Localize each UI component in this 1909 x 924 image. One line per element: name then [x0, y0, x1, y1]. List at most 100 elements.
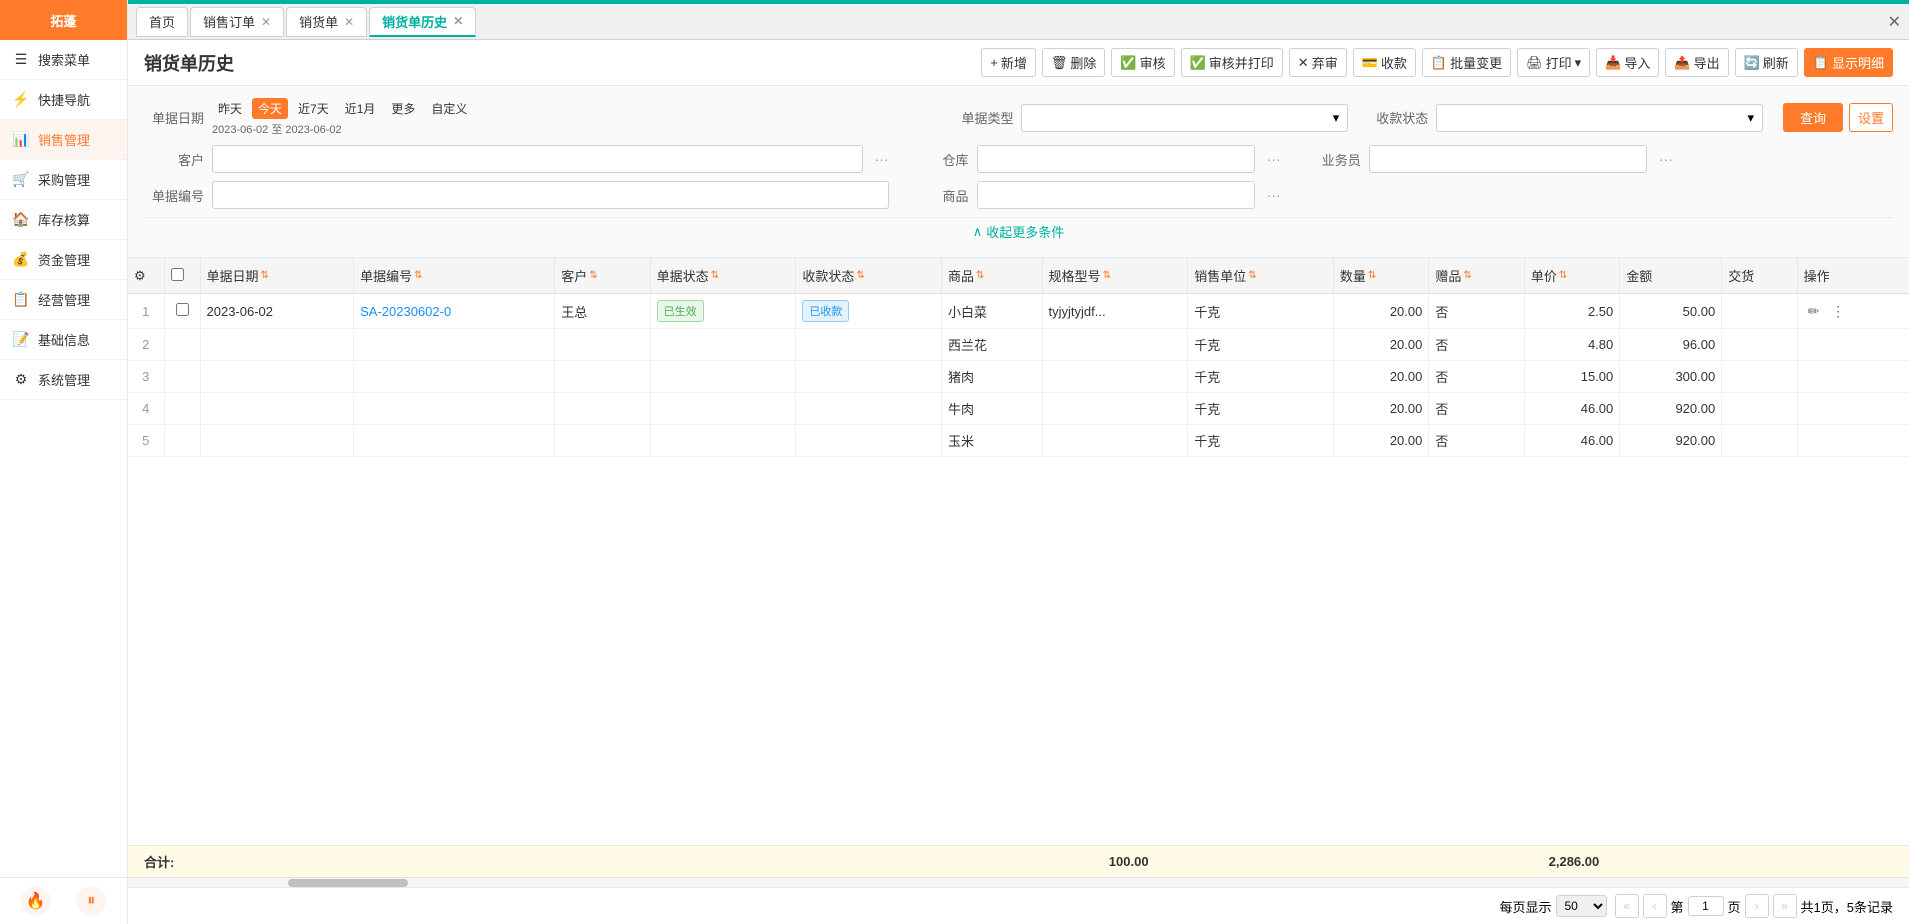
- first-page-button[interactable]: «: [1615, 894, 1639, 918]
- next-page-button[interactable]: ›: [1745, 894, 1769, 918]
- scrollbar-thumb[interactable]: [288, 879, 408, 887]
- tab-sales-goods[interactable]: 销货单 ✕: [286, 7, 367, 37]
- add-button[interactable]: + 新增: [981, 48, 1036, 77]
- cell-sales-unit: 千克: [1188, 393, 1334, 425]
- sidebar-item-inventory[interactable]: 🏠 库存核算: [0, 200, 127, 240]
- filter-salesperson-input[interactable]: [1369, 145, 1647, 173]
- col-doc-status-label: 单据状态: [657, 266, 709, 285]
- col-doc-date-label: 单据日期: [207, 266, 259, 285]
- filter-warehouse-dots[interactable]: ···: [1267, 151, 1281, 167]
- print-dropdown-icon: ▾: [1575, 55, 1582, 71]
- edit-action-icon[interactable]: ✏: [1804, 301, 1824, 322]
- col-goods[interactable]: 商品 ⇅: [942, 258, 1043, 294]
- import-button[interactable]: 📥 导入: [1596, 48, 1659, 77]
- date-pill-more[interactable]: 更多: [385, 98, 421, 119]
- abandon-button[interactable]: ✕ 弃审: [1289, 48, 1347, 77]
- tab-sales-history-close[interactable]: ✕: [453, 14, 463, 28]
- sidebar-item-ops-mgmt[interactable]: 📋 经营管理: [0, 280, 127, 320]
- cell-actions: ✏ ⋮: [1797, 294, 1909, 329]
- tab-sales-history[interactable]: 销货单历史 ✕: [369, 7, 476, 37]
- sidebar-item-sys-mgmt[interactable]: ⚙ 系统管理: [0, 360, 127, 400]
- tab-sales-order[interactable]: 销售订单 ✕: [190, 7, 284, 37]
- collect-button[interactable]: 💳 收款: [1353, 48, 1416, 77]
- sidebar-item-quick-nav[interactable]: ⚡ 快捷导航: [0, 80, 127, 120]
- export-button[interactable]: 📤 导出: [1665, 48, 1728, 77]
- date-pill-custom[interactable]: 自定义: [425, 98, 473, 119]
- cell-doc-status: [650, 361, 796, 393]
- col-doc-status[interactable]: 单据状态 ⇅: [650, 258, 796, 294]
- filter-doc-type-select[interactable]: ▾: [1021, 104, 1348, 132]
- filter-customer-input[interactable]: [212, 145, 863, 173]
- date-pill-yesterday[interactable]: 昨天: [212, 98, 248, 119]
- tab-bar-close-icon[interactable]: ✕: [1888, 12, 1901, 32]
- settings-button[interactable]: 设置: [1849, 103, 1893, 132]
- col-unit-price[interactable]: 单价 ⇅: [1524, 258, 1619, 294]
- cell-transaction: [1722, 393, 1797, 425]
- sidebar-item-sales-mgmt[interactable]: 📊 销售管理: [0, 120, 127, 160]
- refresh-button[interactable]: 🔄 刷新: [1735, 48, 1798, 77]
- more-action-icon[interactable]: ⋮: [1827, 301, 1849, 322]
- query-buttons: 查询 设置: [1783, 103, 1893, 132]
- filter-docno-input[interactable]: [212, 181, 889, 209]
- col-doc-no[interactable]: 单据编号 ⇅: [354, 258, 555, 294]
- filter-salesperson-dots[interactable]: ···: [1659, 151, 1673, 167]
- sidebar-item-purchase-mgmt[interactable]: 🛒 采购管理: [0, 160, 127, 200]
- col-customer[interactable]: 客户 ⇅: [555, 258, 650, 294]
- filter-warehouse-input[interactable]: [977, 145, 1255, 173]
- per-page-label: 每页显示: [1499, 897, 1551, 916]
- col-quantity[interactable]: 数量 ⇅: [1333, 258, 1428, 294]
- col-settings[interactable]: ⚙: [128, 258, 164, 294]
- tab-sales-order-close[interactable]: ✕: [261, 15, 271, 29]
- audit-button[interactable]: ✅ 审核: [1111, 48, 1174, 77]
- col-doc-date[interactable]: 单据日期 ⇅: [200, 258, 354, 294]
- last-page-button[interactable]: »: [1773, 894, 1797, 918]
- sidebar-item-basic-info[interactable]: 📝 基础信息: [0, 320, 127, 360]
- filter-goods-dots[interactable]: ···: [1267, 187, 1281, 203]
- cell-doc-date: [200, 425, 354, 457]
- sys-mgmt-icon: ⚙: [12, 371, 30, 388]
- tab-sales-goods-close[interactable]: ✕: [344, 15, 354, 29]
- filter-customer-dots[interactable]: ···: [875, 151, 889, 167]
- date-pill-today[interactable]: 今天: [252, 98, 288, 119]
- sidebar-bottom-right-icon[interactable]: ⏸: [76, 886, 106, 916]
- horizontal-scrollbar[interactable]: [128, 877, 1909, 887]
- filter-collection-status-select[interactable]: ▾: [1436, 104, 1763, 132]
- sidebar-item-search-menu[interactable]: ☰ 搜索菜单: [0, 40, 127, 80]
- data-table: ⚙ 单据日期 ⇅ 单据编号: [128, 258, 1909, 457]
- cell-gift: 否: [1429, 329, 1524, 361]
- date-pill-1month[interactable]: 近1月: [339, 98, 382, 119]
- collapse-filter-button[interactable]: ∧ 收起更多条件: [144, 217, 1893, 245]
- cell-row-num: 1: [128, 294, 164, 329]
- cell-row-num: 5: [128, 425, 164, 457]
- audit-print-button[interactable]: ✅ 审核并打印: [1181, 48, 1283, 77]
- prev-page-button[interactable]: ‹: [1643, 894, 1667, 918]
- filter-row-1: 单据日期 昨天 今天 近7天 近1月 更多 自定义 2023-06-02 至 2…: [144, 98, 1893, 137]
- print-button[interactable]: 🖨 打印 ▾: [1517, 48, 1590, 77]
- sidebar-bottom-left-icon[interactable]: 🔥: [21, 886, 51, 916]
- query-button[interactable]: 查询: [1783, 103, 1843, 132]
- cell-gift: 否: [1429, 361, 1524, 393]
- col-gift[interactable]: 赠品 ⇅: [1429, 258, 1524, 294]
- page-number-input[interactable]: [1688, 896, 1724, 916]
- cell-sales-unit: 千克: [1188, 294, 1334, 329]
- per-page-dropdown[interactable]: 50 100 200: [1556, 895, 1607, 917]
- filter-goods-input[interactable]: [977, 181, 1255, 209]
- cell-collection-status: [796, 361, 942, 393]
- sidebar-item-finance-mgmt[interactable]: 💰 资金管理: [0, 240, 127, 280]
- show-detail-button[interactable]: 📋 显示明细: [1804, 48, 1893, 77]
- cell-unit-price: 4.80: [1524, 329, 1619, 361]
- batch-change-button[interactable]: 📋 批量变更: [1422, 48, 1511, 77]
- page-label: 第: [1671, 897, 1684, 916]
- col-spec[interactable]: 规格型号 ⇅: [1042, 258, 1188, 294]
- tab-home[interactable]: 首页: [136, 7, 188, 37]
- cell-transaction: [1722, 425, 1797, 457]
- doc-no-link[interactable]: SA-20230602-0: [360, 304, 451, 319]
- col-sales-unit[interactable]: 销售单位 ⇅: [1188, 258, 1334, 294]
- select-all-checkbox[interactable]: [171, 268, 184, 281]
- date-pill-7days[interactable]: 近7天: [292, 98, 335, 119]
- row-checkbox[interactable]: [176, 303, 189, 316]
- delete-button[interactable]: 🗑 删除: [1042, 48, 1106, 77]
- col-collection-status[interactable]: 收款状态 ⇅: [796, 258, 942, 294]
- cell-goods: 牛肉: [942, 393, 1043, 425]
- cell-amount: 920.00: [1620, 393, 1722, 425]
